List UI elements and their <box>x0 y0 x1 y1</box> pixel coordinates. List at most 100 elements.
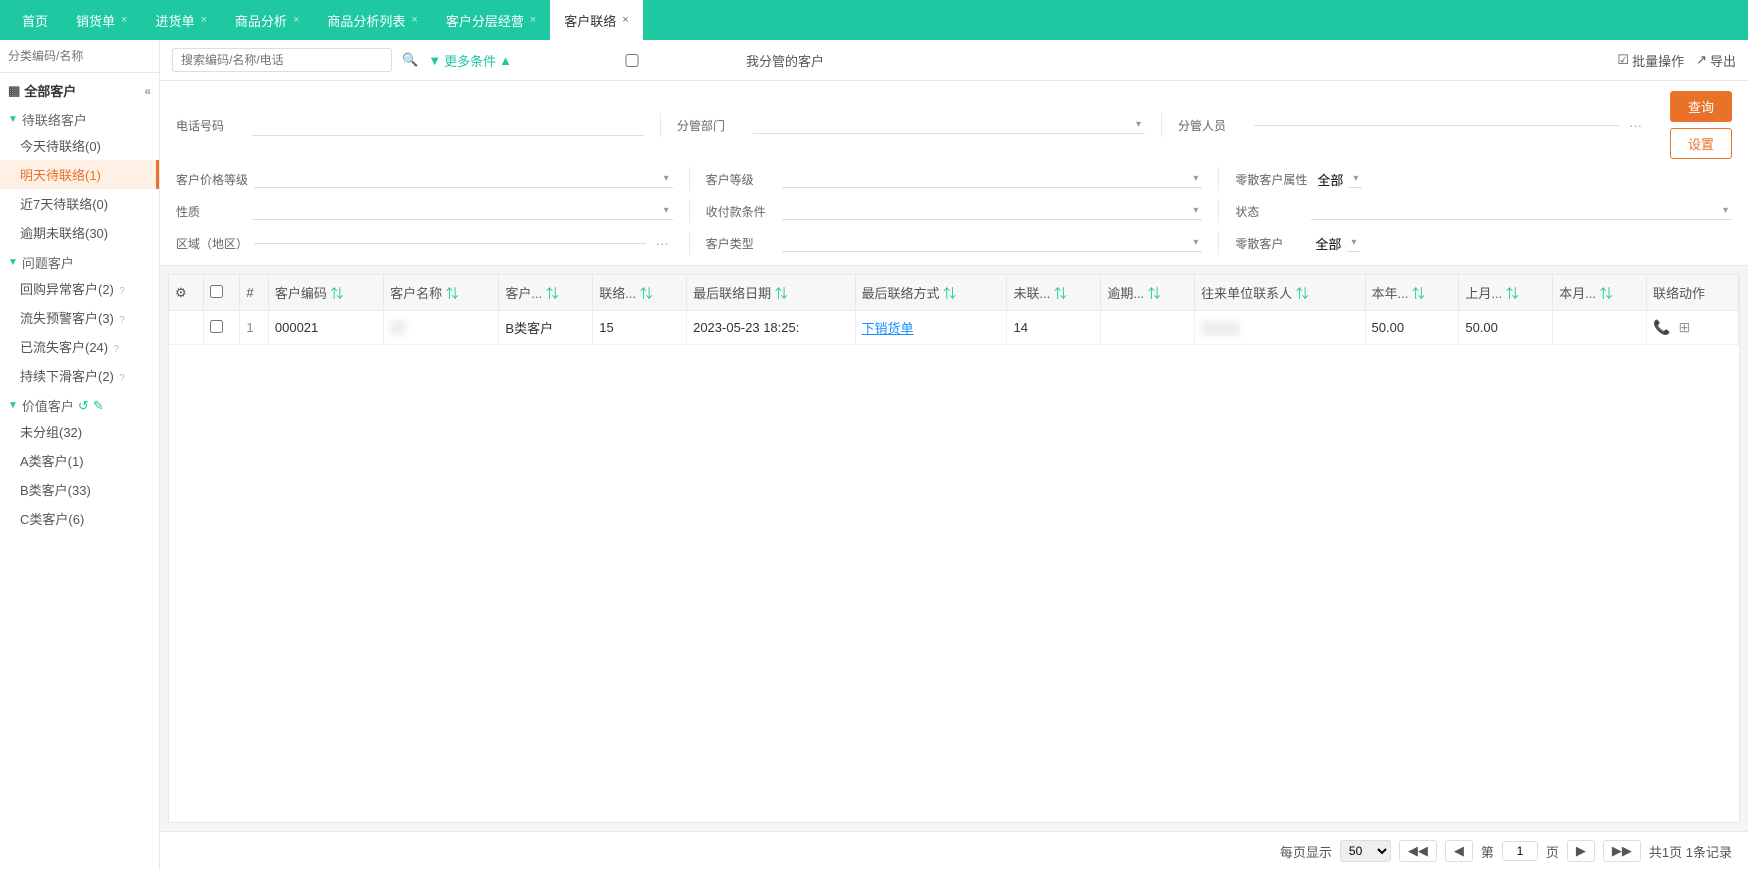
select-all-checkbox[interactable] <box>210 285 223 298</box>
export-icon: ↗ <box>1696 52 1707 68</box>
sort-icon9: ⇅ <box>1296 286 1309 301</box>
retail-attr-select[interactable]: ▾ <box>1349 170 1362 188</box>
prev-page-button[interactable]: ◀ <box>1445 840 1473 862</box>
row-last-contact-method-cell[interactable]: 下销货单 <box>855 311 1007 345</box>
sidebar-item-tomorrow-contact[interactable]: 明天待联络(1) <box>0 160 159 189</box>
gear-icon: ⚙ <box>175 285 187 300</box>
last-contact-date-column-header[interactable]: 最后联络日期 ⇅ <box>687 275 855 311</box>
close-customer-tier-icon[interactable]: × <box>530 14 536 26</box>
phone-action-icon[interactable]: 📞 <box>1653 319 1670 336</box>
nav-customer-tier[interactable]: 客户分层经营 × <box>432 0 550 40</box>
sidebar-item-class-b[interactable]: B类客户(33) <box>0 475 159 504</box>
row-checkbox-cell[interactable] <box>203 311 240 345</box>
sort-icon2: ⇅ <box>446 286 459 301</box>
name-column-header[interactable]: 客户名称 ⇅ <box>384 275 499 311</box>
last-page-button[interactable]: ▶▶ <box>1603 840 1641 862</box>
search-input[interactable] <box>172 48 392 72</box>
last-month-column-header[interactable]: 上月... ⇅ <box>1459 275 1553 311</box>
row-unit-contact-cell: 联系人 <box>1195 311 1365 345</box>
my-customers-checkbox[interactable] <box>522 54 742 67</box>
my-customers-checkbox-label[interactable]: 我分管的客户 <box>522 51 824 70</box>
page-number-input[interactable] <box>1502 841 1538 861</box>
sidebar-item-class-c[interactable]: C类客户(6) <box>0 504 159 533</box>
code-column-header[interactable]: 客户编码 ⇅ <box>268 275 383 311</box>
collapse-button[interactable]: « <box>144 84 151 98</box>
sidebar-search-input[interactable] <box>8 49 160 63</box>
sidebar-item-today-contact[interactable]: 今天待联络(0) <box>0 131 159 160</box>
customer-type-select[interactable]: ▾ <box>782 234 1203 252</box>
sidebar-item-class-a[interactable]: A类客户(1) <box>0 446 159 475</box>
close-sales-order-icon[interactable]: × <box>121 14 127 26</box>
filter-row-1: 电话号码 分管部门 ▾ 分管人员 ··· <box>176 91 1732 159</box>
batch-icon: ☑ <box>1617 52 1629 68</box>
query-button[interactable]: 查询 <box>1670 91 1732 122</box>
status-select[interactable]: ▾ <box>1311 202 1732 220</box>
row-name-cell[interactable]: Ea <box>384 311 499 345</box>
retail-customer-select[interactable]: ▾ <box>1347 234 1360 252</box>
region-dots-button[interactable]: ··· <box>652 236 673 251</box>
sidebar-item-overdue-contact[interactable]: 逾期未联络(30) <box>0 218 159 247</box>
grid-icon: ▦ <box>8 83 20 99</box>
sort-icon6: ⇅ <box>943 286 956 301</box>
contact-count-column-header[interactable]: 联络... ⇅ <box>593 275 687 311</box>
index-column-header: # <box>240 275 269 311</box>
all-customers-header: ▦ 全部客户 « <box>0 73 159 104</box>
overdue-column-header[interactable]: 逾期... ⇅ <box>1101 275 1195 311</box>
customer-tier-select[interactable]: ▾ <box>782 170 1203 188</box>
unit-contact-column-header[interactable]: 往来单位联系人 ⇅ <box>1195 275 1365 311</box>
row-this-year-cell: 50.00 <box>1365 311 1459 345</box>
manager-dots-button[interactable]: ··· <box>1625 118 1646 133</box>
nav-sales-order[interactable]: 销货单 × <box>62 0 141 40</box>
first-page-button[interactable]: ◀◀ <box>1399 840 1437 862</box>
sidebar-item-abnormal-repurchase[interactable]: 回购异常客户(2) ? <box>0 274 159 303</box>
row-settings-cell <box>169 311 203 345</box>
close-product-analysis-icon[interactable]: × <box>293 14 299 26</box>
phone-input[interactable] <box>252 115 644 136</box>
page-size-select[interactable]: 50 100 200 <box>1340 840 1391 862</box>
row-code-cell: 000021 <box>268 311 383 345</box>
more-filter-button[interactable]: ▼ 更多条件 ▲ <box>428 51 512 70</box>
sidebar-item-7day-contact[interactable]: 近7天待联络(0) <box>0 189 159 218</box>
row-uncontacted-cell: 14 <box>1007 311 1101 345</box>
export-button[interactable]: ↗ 导出 <box>1696 51 1736 70</box>
close-purchase-order-icon[interactable]: × <box>200 14 206 26</box>
filter-manager: 分管人员 ··· <box>1178 117 1646 134</box>
row-checkbox[interactable] <box>210 320 223 333</box>
type-column-header[interactable]: 客户... ⇅ <box>499 275 593 311</box>
filter-customer-type: 客户类型 ▾ <box>706 234 1203 252</box>
nav-product-analysis[interactable]: 商品分析 × <box>221 0 313 40</box>
batch-operation-button[interactable]: ☑ 批量操作 <box>1617 51 1684 70</box>
department-select[interactable]: ▾ <box>753 116 1145 134</box>
payment-terms-select[interactable]: ▾ <box>782 202 1203 220</box>
nature-select[interactable]: ▾ <box>252 202 673 220</box>
next-page-button[interactable]: ▶ <box>1567 840 1595 862</box>
settings-column-header[interactable]: ⚙ <box>169 275 203 311</box>
sidebar-item-declining-customers[interactable]: 持续下滑客户(2) ? <box>0 361 159 390</box>
nav-home[interactable]: 首页 <box>8 0 62 40</box>
nav-customer-contact[interactable]: 客户联络 × <box>550 0 642 40</box>
settings-button[interactable]: 设置 <box>1670 128 1732 159</box>
checkbox-column-header[interactable] <box>203 275 240 311</box>
nav-purchase-order[interactable]: 进货单 × <box>141 0 220 40</box>
sidebar-item-churn-warning[interactable]: 流失预警客户(3) ? <box>0 303 159 332</box>
grid-action-icon[interactable]: ⊞ <box>1678 319 1690 336</box>
nav-product-analysis-list[interactable]: 商品分析列表 × <box>313 0 431 40</box>
refresh-icon[interactable]: ↺ <box>78 398 89 414</box>
row-last-contact-date-cell: 2023-05-23 18:25: <box>687 311 855 345</box>
this-month-column-header[interactable]: 本月... ⇅ <box>1553 275 1647 311</box>
uncontacted-column-header[interactable]: 未联... ⇅ <box>1007 275 1101 311</box>
close-product-analysis-list-icon[interactable]: × <box>411 14 417 26</box>
edit-value-icon[interactable]: ✎ <box>93 398 104 414</box>
sidebar-item-lost-customers[interactable]: 已流失客户(24) ? <box>0 332 159 361</box>
sidebar-item-ungrouped[interactable]: 未分组(32) <box>0 417 159 446</box>
this-year-column-header[interactable]: 本年... ⇅ <box>1365 275 1459 311</box>
pending-contact-group: ▼ 待联络客户 <box>0 104 159 131</box>
help-icon: ? <box>119 286 125 297</box>
close-customer-contact-icon[interactable]: × <box>622 14 628 26</box>
sort-icon: ⇅ <box>331 286 344 301</box>
search-button[interactable]: 🔍 <box>402 52 418 68</box>
last-contact-method-column-header[interactable]: 最后联络方式 ⇅ <box>855 275 1007 311</box>
table-row: 1 000021 Ea B类客户 15 2023-05-23 18:25: 下销… <box>169 311 1739 345</box>
price-tier-select[interactable]: ▾ <box>254 170 673 188</box>
filter-status: 状态 ▾ <box>1235 202 1732 220</box>
